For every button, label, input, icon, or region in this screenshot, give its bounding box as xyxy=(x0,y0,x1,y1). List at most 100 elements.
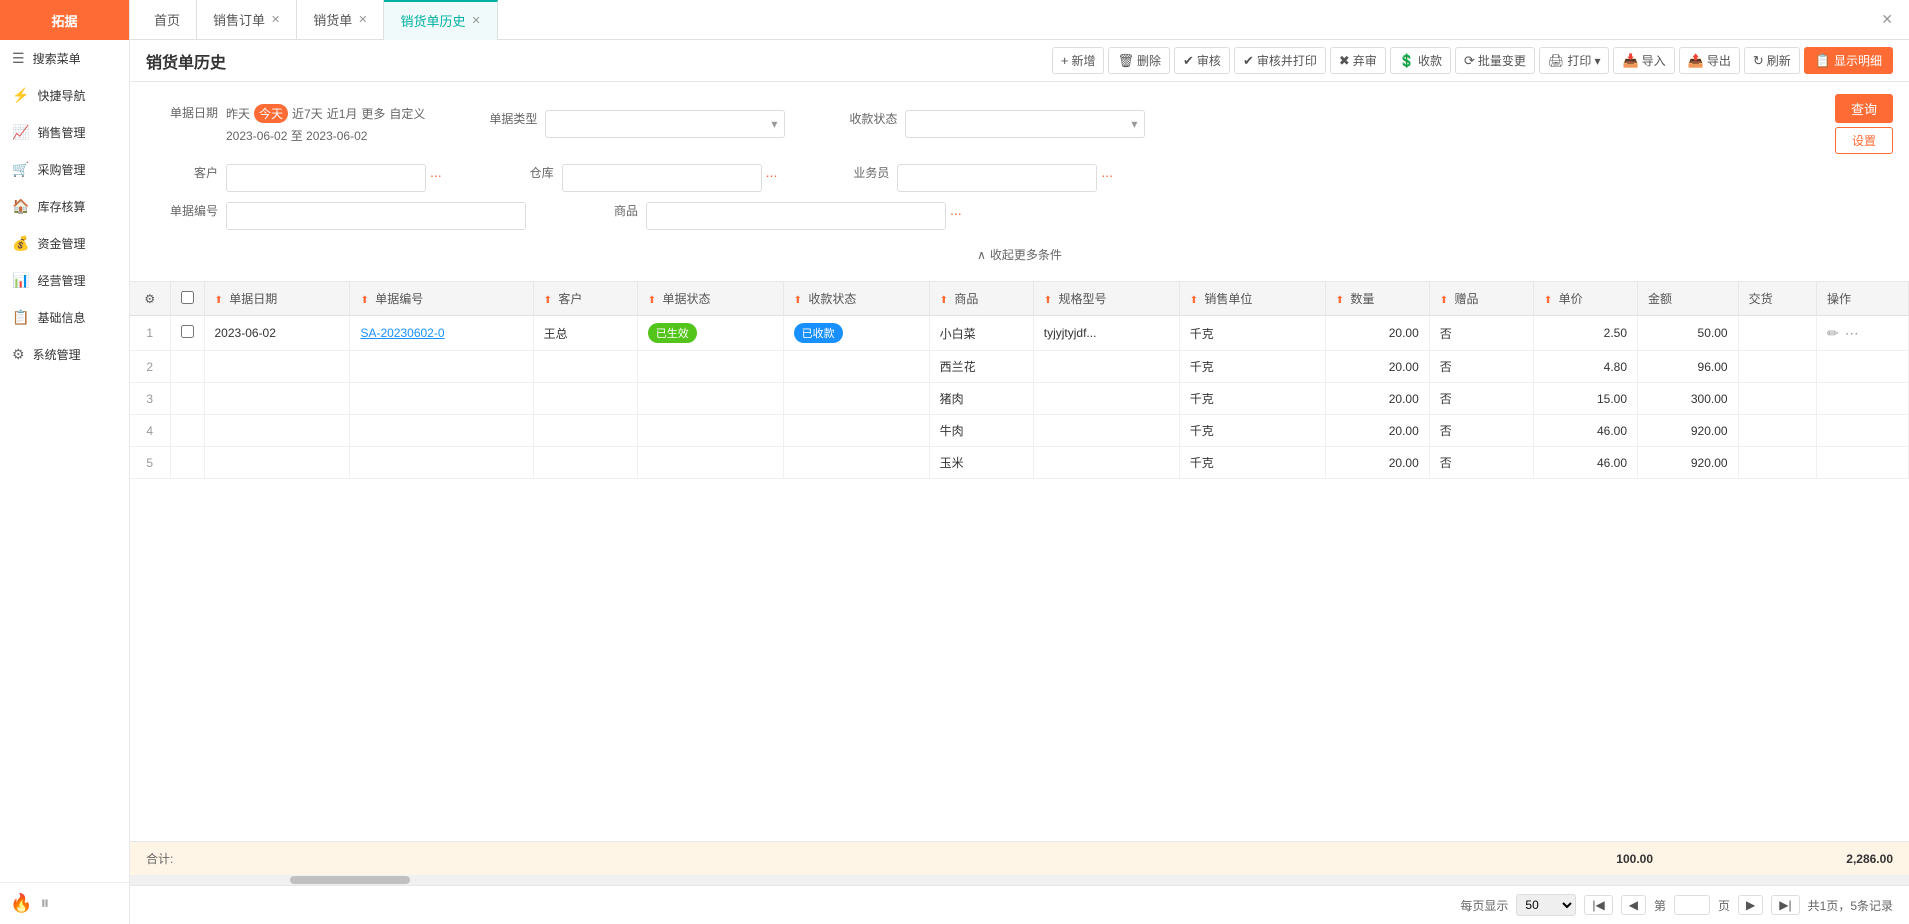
cell-spec: tyjyjtyjdf... xyxy=(1033,316,1179,351)
table-row: 1 2023-06-02 SA-20230602-0 王总 已生效 已收款 小白… xyxy=(130,316,1909,351)
display-icon: 📋 xyxy=(1815,53,1831,69)
sort-doc-no-icon: ⬆ xyxy=(360,295,368,306)
filter-warehouse-input[interactable] xyxy=(562,164,762,192)
tab-sales-history-close[interactable]: ✕ xyxy=(472,14,481,27)
col-unit-price[interactable]: ⬆ 单价 xyxy=(1533,282,1637,316)
window-close-icon[interactable]: ✕ xyxy=(1881,11,1893,27)
sidebar-item-inventory[interactable]: 🏠 库存核算 xyxy=(0,188,129,225)
col-goods[interactable]: ⬆ 商品 xyxy=(929,282,1033,316)
sidebar-item-quick-nav[interactable]: ⚡ 快捷导航 xyxy=(0,77,129,114)
tab-sales-order[interactable]: 销售订单 ✕ xyxy=(197,0,297,40)
abandon-button[interactable]: ✖ 弃审 xyxy=(1330,47,1386,74)
first-page-button[interactable]: |◀ xyxy=(1584,895,1612,915)
cell-action xyxy=(1817,351,1909,383)
prev-page-button[interactable]: ◀ xyxy=(1621,895,1646,915)
quick-nav-icon: ⚡ xyxy=(12,87,29,104)
tab-home[interactable]: 首页 xyxy=(138,0,197,40)
sort-spec-icon: ⬆ xyxy=(1044,295,1052,306)
sidebar-item-system-mgmt[interactable]: ⚙ 系统管理 xyxy=(0,336,129,373)
col-doc-no[interactable]: ⬆ 单据编号 xyxy=(350,282,533,316)
col-doc-status[interactable]: ⬆ 单据状态 xyxy=(637,282,783,316)
col-settings[interactable]: ⚙ xyxy=(130,282,170,316)
collect-label: 收款 xyxy=(1418,52,1442,69)
sidebar-item-basic-info[interactable]: 📋 基础信息 xyxy=(0,299,129,336)
print-button[interactable]: 🖨 打印 ▾ xyxy=(1539,47,1610,74)
sidebar-fire-icon[interactable]: 🔥 xyxy=(10,893,32,914)
last-page-button[interactable]: ▶| xyxy=(1771,895,1799,915)
cell-unit-price: 46.00 xyxy=(1533,415,1637,447)
sidebar-item-operation[interactable]: 📊 经营管理 xyxy=(0,262,129,299)
more-icon[interactable]: ⋯ xyxy=(1845,325,1859,342)
batch-change-label: 批量变更 xyxy=(1478,52,1526,69)
page-size-select[interactable]: 50 100 200 xyxy=(1516,894,1576,916)
sidebar-item-finance[interactable]: 💰 资金管理 xyxy=(0,225,129,262)
refresh-button[interactable]: ↻ 刷新 xyxy=(1744,47,1800,74)
collect-button[interactable]: 💲 收款 xyxy=(1390,47,1451,74)
delete-button[interactable]: 🗑 删除 xyxy=(1108,47,1170,74)
row-checkbox[interactable] xyxy=(181,325,194,338)
review-print-button[interactable]: ✔ 审核并打印 xyxy=(1234,47,1326,74)
sort-doc-status-icon: ⬆ xyxy=(648,295,656,306)
col-gift[interactable]: ⬆ 赠品 xyxy=(1429,282,1533,316)
review-label: 审核 xyxy=(1197,52,1221,69)
filter-date-content: 昨天 今天 近7天 近1月 更多 自定义 2023-06-02 至 2023-0… xyxy=(226,104,425,144)
tab-sales-delivery-close[interactable]: ✕ xyxy=(358,13,367,26)
filter-goods-dots[interactable]: ... xyxy=(950,202,962,218)
sidebar-item-sales-mgmt[interactable]: 📈 销售管理 xyxy=(0,114,129,151)
filter-docno-input[interactable] xyxy=(226,202,526,230)
cell-quantity: 20.00 xyxy=(1325,415,1429,447)
date-shortcut-custom[interactable]: 自定义 xyxy=(389,105,425,122)
col-spec[interactable]: ⬆ 规格型号 xyxy=(1033,282,1179,316)
date-shortcut-more[interactable]: 更多 xyxy=(361,105,385,122)
filter-customer-dots[interactable]: ... xyxy=(430,164,442,180)
tab-sales-delivery[interactable]: 销货单 ✕ xyxy=(297,0,384,40)
date-shortcut-1month[interactable]: 近1月 xyxy=(327,105,358,122)
edit-icon[interactable]: ✏ xyxy=(1827,325,1839,342)
sidebar-item-search-menu[interactable]: ☰ 搜索菜单 xyxy=(0,40,129,77)
date-shortcut-7days[interactable]: 近7天 xyxy=(292,105,323,122)
sidebar-pause-icon[interactable]: ⏸ xyxy=(40,893,49,914)
page-number-input[interactable]: 1 xyxy=(1674,895,1710,915)
page-info-post: 页 xyxy=(1718,897,1730,914)
date-shortcut-today[interactable]: 今天 xyxy=(254,104,288,123)
filter-goods-input[interactable] xyxy=(646,202,946,230)
col-customer[interactable]: ⬆ 客户 xyxy=(533,282,637,316)
add-button[interactable]: + 新增 xyxy=(1052,47,1105,74)
setup-button[interactable]: 设置 xyxy=(1835,127,1893,154)
col-doc-date[interactable]: ⬆ 单据日期 xyxy=(204,282,350,316)
filter-doctype-select[interactable] xyxy=(545,110,785,138)
sort-customer-icon: ⬆ xyxy=(544,295,552,306)
next-page-button[interactable]: ▶ xyxy=(1738,895,1763,915)
cell-action xyxy=(1817,383,1909,415)
date-shortcut-yesterday[interactable]: 昨天 xyxy=(226,105,250,122)
filter-staff-dots[interactable]: ... xyxy=(1101,164,1113,180)
collapse-filter-button[interactable]: ∧ 收起更多条件 xyxy=(146,240,1893,269)
display-detail-button[interactable]: 📋 显示明细 xyxy=(1804,47,1893,74)
col-quantity[interactable]: ⬆ 数量 xyxy=(1325,282,1429,316)
filter-customer-input[interactable] xyxy=(226,164,426,192)
print-label: 打印 xyxy=(1567,52,1591,69)
batch-change-button[interactable]: ⟳ 批量变更 xyxy=(1455,47,1535,74)
filter-docno-group: 单据编号 xyxy=(146,202,526,230)
filter-staff-input[interactable] xyxy=(897,164,1097,192)
query-button[interactable]: 查询 xyxy=(1835,94,1893,123)
purchase-mgmt-icon: 🛒 xyxy=(12,161,29,178)
col-payment-status[interactable]: ⬆ 收款状态 xyxy=(783,282,929,316)
sidebar-item-purchase-mgmt[interactable]: 🛒 采购管理 xyxy=(0,151,129,188)
horizontal-scrollbar[interactable] xyxy=(130,875,1909,885)
filter-payment-select[interactable] xyxy=(905,110,1145,138)
tab-sales-order-close[interactable]: ✕ xyxy=(271,13,280,26)
collect-icon: 💲 xyxy=(1399,53,1415,69)
export-button[interactable]: 📤 导出 xyxy=(1679,47,1740,74)
import-button[interactable]: 📥 导入 xyxy=(1613,47,1674,74)
review-button[interactable]: ✔ 审核 xyxy=(1174,47,1230,74)
filter-warehouse-dots[interactable]: ... xyxy=(766,164,778,180)
tab-sales-history[interactable]: 销货单历史 ✕ xyxy=(384,0,497,40)
doc-no-link[interactable]: SA-20230602-0 xyxy=(360,326,444,340)
pagination-bar: 每页显示 50 100 200 |◀ ◀ 第 1 页 ▶ ▶| 共1页，5条记录 xyxy=(130,885,1909,924)
col-sales-unit[interactable]: ⬆ 销售单位 xyxy=(1179,282,1325,316)
cell-sales-unit: 千克 xyxy=(1179,447,1325,479)
filter-warehouse-group: 仓库 ... xyxy=(482,164,778,192)
col-transaction: 交货 xyxy=(1738,282,1816,316)
select-all-checkbox[interactable] xyxy=(181,291,194,304)
